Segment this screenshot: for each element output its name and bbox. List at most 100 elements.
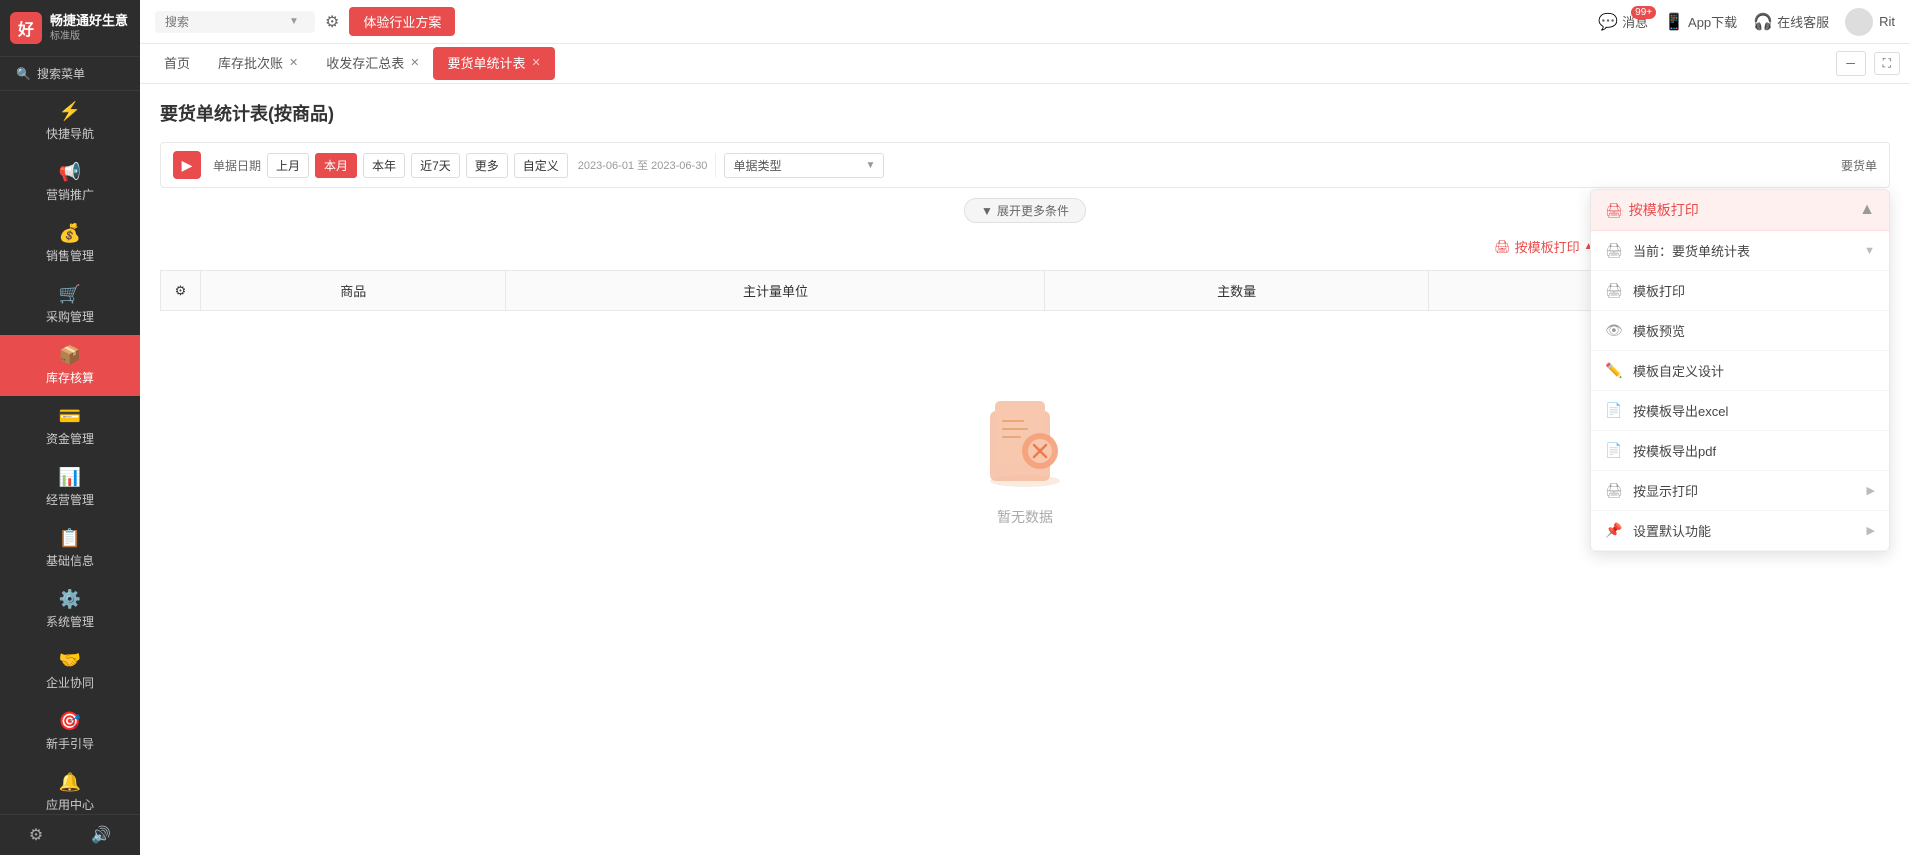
expand-more-btn[interactable]: ▼ 展开更多条件 [964,198,1086,223]
sidebar-item-collab[interactable]: 🤝 企业协同 [0,640,140,701]
sidebar-item-sales[interactable]: 💰 销售管理 [0,213,140,274]
dropdown-header: 🖨 按模板打印 ▲ [1591,190,1889,231]
user-avatar-btn[interactable]: Rit [1845,8,1895,36]
filter-toggle-btn[interactable]: ▶ [173,151,201,179]
date-btn-current-month[interactable]: 本月 [315,153,357,178]
tab-order-stats-close[interactable]: ✕ [532,56,541,69]
online-service-btn[interactable]: 🎧 在线客服 [1753,12,1829,32]
template-design-icon: ✏️ [1605,362,1623,380]
tab-minimize-btn[interactable]: － [1836,51,1866,76]
sound-bottom-btn[interactable]: 🔊 [91,825,111,845]
tab-batch-account[interactable]: 库存批次账 ✕ [204,47,312,80]
topbar-search-input[interactable] [165,15,285,29]
settings-bottom-btn[interactable]: ⚙ [29,825,43,845]
dropdown-template-preview[interactable]: 👁 模板预览 [1591,311,1889,351]
tab-receipt-summary[interactable]: 收发存汇总表 ✕ [312,47,433,80]
default-func-label: 设置默认功能 [1633,521,1711,540]
sidebar-item-label: 经营管理 [46,491,94,508]
tab-receipt-summary-close[interactable]: ✕ [410,56,419,69]
page-content: 要货单统计表(按商品) ▶ 单据日期 上月 本月 本年 近7天 更多 自定义 2… [140,84,1910,855]
template-design-label: 模板自定义设计 [1633,361,1724,380]
dropdown-export-pdf[interactable]: 📄 按模板导出pdf [1591,431,1889,471]
display-print-label: 按显示打印 [1633,481,1698,500]
app-download-label: App下载 [1688,12,1737,31]
tab-home[interactable]: 首页 [150,47,204,80]
dropdown-template-print[interactable]: 🖨 模板打印 [1591,271,1889,311]
expand-label: 展开更多条件 [997,202,1069,219]
date-filter-label: 单据日期 [213,157,261,174]
dropdown-current-item[interactable]: 🖨 当前：要货单统计表 ▼ [1591,231,1889,271]
finance-icon: 💳 [59,406,81,427]
template-preview-label: 模板预览 [1633,321,1685,340]
tab-home-label: 首页 [164,53,190,72]
expand-icon: ▼ [981,204,993,218]
sidebar-item-label: 采购管理 [46,308,94,325]
newbie-icon: 🎯 [59,711,81,732]
app-download-btn[interactable]: 📱 App下载 [1664,12,1737,32]
page-title: 要货单统计表(按商品) [160,100,1890,126]
order-type-filter[interactable]: 单据类型 ▼ [724,153,884,178]
collab-icon: 🤝 [59,650,81,671]
dropdown-current-chevron: ▼ [1864,245,1875,257]
date-range-text: 2023-06-01 至 2023-06-30 [578,157,708,173]
app-subtitle: 标准版 [50,30,128,43]
th-quantity: 主数量 [1045,271,1428,311]
online-service-label: 在线客服 [1777,12,1829,31]
empty-icon [965,391,1085,491]
tab-maximize-btn[interactable]: ⛶ [1874,52,1900,75]
print-icon: 🖨 [1494,239,1511,255]
dropdown-template-design[interactable]: ✏️ 模板自定义设计 [1591,351,1889,391]
tab-batch-account-close[interactable]: ✕ [289,56,298,69]
tabbar-right: － ⛶ [1836,51,1900,76]
sidebar-item-newbie[interactable]: 🎯 新手引导 [0,701,140,762]
dropdown-display-print[interactable]: 🖨 按显示打印 ▶ [1591,471,1889,511]
sidebar-search[interactable]: 🔍 搜索菜单 [0,57,140,91]
sidebar-item-label: 快捷导航 [46,125,94,142]
default-func-chevron-icon: ▶ [1867,524,1875,537]
tabbar: 首页 库存批次账 ✕ 收发存汇总表 ✕ 要货单统计表 ✕ － ⛶ [140,44,1910,84]
print-label: 按模板打印 [1515,237,1580,256]
sidebar-item-system[interactable]: ⚙️ 系统管理 [0,579,140,640]
date-btn-prev-month[interactable]: 上月 [267,153,309,178]
th-gear[interactable]: ⚙ [161,271,201,311]
sidebar-item-label: 资金管理 [46,430,94,447]
sidebar-item-basic[interactable]: 📋 基础信息 [0,518,140,579]
search-icon: 🔍 [16,67,31,81]
sidebar-item-label: 基础信息 [46,552,94,569]
print-btn[interactable]: 🖨 按模板打印 ▲ [1484,232,1603,261]
export-pdf-icon: 📄 [1605,442,1623,460]
trial-button[interactable]: 体验行业方案 [349,7,455,36]
sidebar-item-label: 营销推广 [46,186,94,203]
date-btn-more[interactable]: 更多 [466,153,508,178]
date-btn-custom[interactable]: 自定义 [514,153,568,178]
date-btn-current-year[interactable]: 本年 [363,153,405,178]
date-btn-7days[interactable]: 近7天 [411,153,460,178]
message-icon: 💬 [1598,12,1618,32]
sidebar-item-finance[interactable]: 💳 资金管理 [0,396,140,457]
sidebar-item-label: 系统管理 [46,613,94,630]
dropdown-chevron-icon[interactable]: ▲ [1859,201,1875,219]
sidebar-item-quick-nav[interactable]: ⚡ 快捷导航 [0,91,140,152]
topbar-right: 💬 消息 99+ 📱 App下载 🎧 在线客服 Rit [1598,8,1895,36]
topbar-gear-icon[interactable]: ⚙ [325,12,339,32]
marketing-icon: 📢 [59,162,81,183]
export-excel-label: 按模板导出excel [1633,401,1728,420]
sidebar-bottom: ⚙ 🔊 [0,814,140,855]
quick-nav-icon: ⚡ [59,101,81,122]
sidebar-item-appstore[interactable]: 🔔 应用中心 [0,762,140,814]
dropdown-default-func[interactable]: 📌 设置默认功能 ▶ [1591,511,1889,551]
purchase-icon: 🛒 [59,284,81,305]
sidebar-item-purchase[interactable]: 🛒 采购管理 [0,274,140,335]
topbar-search-wrap[interactable]: ▼ [155,11,315,33]
sidebar-item-marketing[interactable]: 📢 营销推广 [0,152,140,213]
message-btn[interactable]: 💬 消息 99+ [1598,12,1648,32]
th-product: 商品 [201,271,506,311]
tab-order-stats[interactable]: 要货单统计表 ✕ [433,47,554,80]
dropdown-export-excel[interactable]: 📄 按模板导出excel [1591,391,1889,431]
order-goods-filter-label: 要货单 [1841,157,1877,174]
filter-right: 要货单 [1841,157,1877,174]
message-badge: 99+ [1631,6,1656,19]
filter-bar: ▶ 单据日期 上月 本月 本年 近7天 更多 自定义 2023-06-01 至 … [160,142,1890,188]
sidebar-item-operations[interactable]: 📊 经营管理 [0,457,140,518]
sidebar-item-inventory[interactable]: 📦 库存核算 [0,335,140,396]
